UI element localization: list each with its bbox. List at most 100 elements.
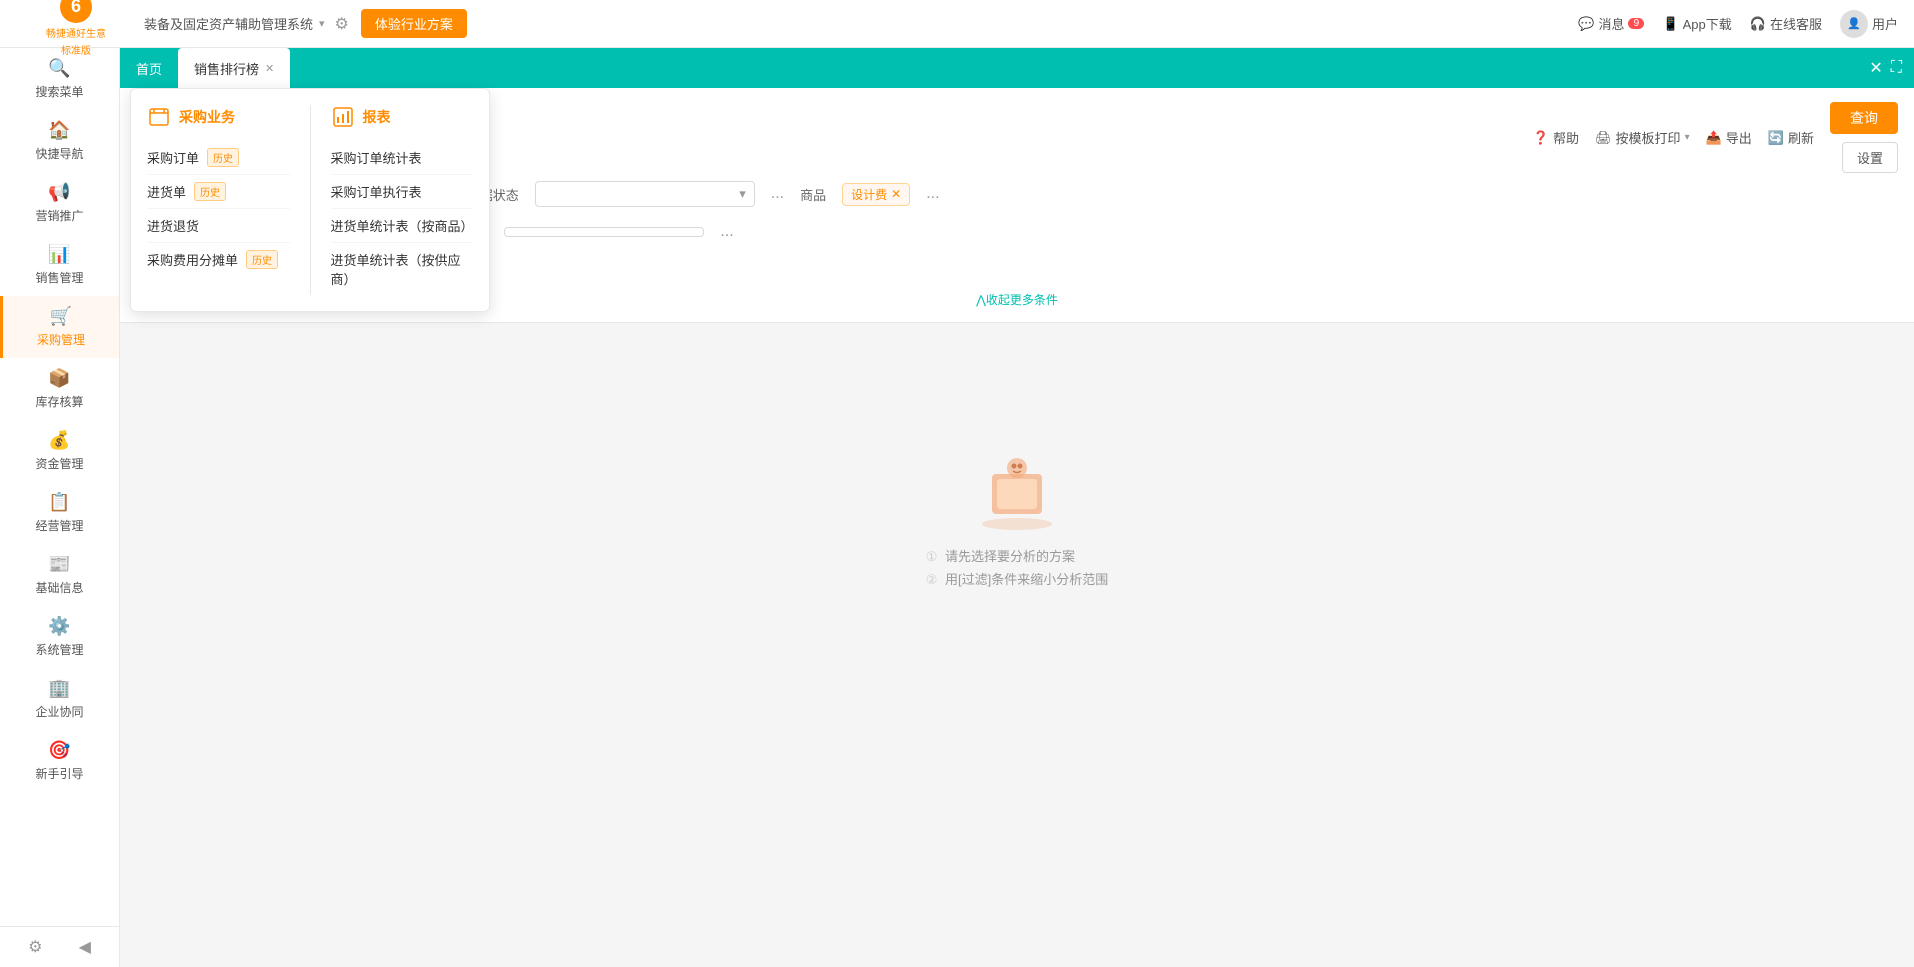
logo-brand: 畅捷通好生意 — [46, 25, 106, 40]
dropdown-item-purchase-expense[interactable]: 采购费用分摊单 历史 — [147, 243, 290, 276]
sidebar-item-basic-info[interactable]: 📰 基础信息 — [0, 544, 119, 606]
sidebar-item-quick-nav[interactable]: 🏠 快捷导航 — [0, 110, 119, 172]
dropdown-item-incoming-return[interactable]: 进货退货 — [147, 209, 290, 243]
export-icon: 📤 — [1706, 130, 1722, 146]
goods-dots[interactable]: ... — [926, 185, 939, 203]
incoming-hist: 历史 — [194, 182, 226, 201]
finance-icon: 💰 — [48, 430, 70, 451]
sidebar-item-search[interactable]: 🔍 搜索菜单 — [0, 48, 119, 110]
voucher-status-arrow: ▾ — [739, 186, 746, 202]
export-btn[interactable]: 📤 导出 — [1706, 128, 1752, 147]
dropdown-col-purchase: 采购业务 采购订单 历史 进货单 历史 进货退货 采购费用分摊单 历史 — [147, 105, 290, 295]
inventory-icon: 📦 — [48, 368, 70, 389]
sidebar-item-finance[interactable]: 💰 资金管理 — [0, 420, 119, 482]
online-service-item[interactable]: 🎧 在线客服 — [1750, 14, 1822, 33]
print-icon: 🖨 — [1595, 130, 1612, 146]
sidebar-label-search: 搜索菜单 — [35, 83, 83, 100]
dropdown-item-purchase-order-exec[interactable]: 采购订单执行表 — [331, 175, 474, 209]
sidebar-label-guide: 新手引导 — [35, 765, 83, 782]
system-title: 装备及固定资产辅助管理系统 — [144, 14, 313, 33]
tab-maximize-icon[interactable]: ⛶ — [1891, 59, 1902, 77]
purchase-order-exec-label: 采购订单执行表 — [331, 182, 422, 201]
tab-sales-rank-label: 销售排行榜 — [194, 59, 259, 78]
dropdown-item-incoming[interactable]: 进货单 历史 — [147, 175, 290, 209]
tab-close-all-icon[interactable]: ✕ — [1869, 58, 1882, 78]
dropdown-col-report-header: 报表 — [331, 105, 474, 129]
empty-hints: ① 请先选择要分析的方案 ② 用[过滤]条件来缩小分析范围 — [926, 546, 1109, 592]
tab-close-icon[interactable]: ✕ — [265, 62, 274, 75]
phone-icon: 📱 — [1662, 16, 1678, 32]
sidebar-label-inventory: 库存核算 — [35, 393, 83, 410]
sidebar-item-system[interactable]: ⚙️ 系统管理 — [0, 606, 119, 668]
empty-state: ① 请先选择要分析的方案 ② 用[过滤]条件来缩小分析范围 — [120, 323, 1914, 723]
refresh-label: 刷新 — [1788, 128, 1814, 147]
guide-icon: 🎯 — [48, 740, 70, 761]
avatar: 👤 — [1840, 10, 1868, 38]
sidebar-item-enterprise[interactable]: 🏢 企业协同 — [0, 668, 119, 730]
purchase-expense-hist: 历史 — [246, 250, 278, 269]
tab-sales-rank[interactable]: 销售排行榜 ✕ — [178, 48, 290, 88]
query-button[interactable]: 查询 — [1830, 102, 1898, 134]
goods-tag-close[interactable]: ✕ — [891, 187, 901, 201]
sidebar-item-sales[interactable]: 📊 销售管理 — [0, 234, 119, 296]
dropdown-menu: 采购业务 采购订单 历史 进货单 历史 进货退货 采购费用分摊单 历史 — [130, 88, 490, 312]
online-service-label: 在线客服 — [1770, 14, 1822, 33]
salesperson-select[interactable] — [504, 227, 704, 237]
dropdown-item-purchase-order-stat[interactable]: 采购订单统计表 — [331, 141, 474, 175]
incoming-return-label: 进货退货 — [147, 216, 199, 235]
salesperson-dots[interactable]: ... — [720, 223, 733, 241]
sidebar-label-sales: 销售管理 — [35, 269, 83, 286]
purchase-order-hist: 历史 — [207, 148, 239, 167]
help-btn[interactable]: ❓ 帮助 — [1533, 128, 1579, 147]
dropdown-col-purchase-header: 采购业务 — [147, 105, 290, 129]
sales-icon: 📊 — [48, 244, 70, 265]
settings-icon[interactable]: ⚙ — [335, 14, 349, 34]
sidebar-item-guide[interactable]: 🎯 新手引导 — [0, 730, 119, 792]
sidebar-item-operation[interactable]: 📋 经营管理 — [0, 482, 119, 544]
industry-btn[interactable]: 体验行业方案 — [361, 9, 467, 38]
refresh-btn[interactable]: 🔄 刷新 — [1768, 128, 1814, 147]
print-dropdown-icon[interactable]: ▾ — [1685, 132, 1690, 143]
sidebar-label-system: 系统管理 — [35, 641, 83, 658]
system-dropdown-arrow[interactable]: ▾ — [319, 17, 325, 30]
empty-hint2: ② 用[过滤]条件来缩小分析范围 — [926, 569, 1109, 588]
purchase-order-stat-label: 采购订单统计表 — [331, 148, 422, 167]
setting-button[interactable]: 设置 — [1842, 142, 1898, 173]
goods-tag-label: 设计费 — [851, 186, 887, 203]
dropdown-item-incoming-stat-goods[interactable]: 进货单统计表（按商品） — [331, 209, 474, 243]
sidebar-item-purchase[interactable]: 🛒 采购管理 — [0, 296, 119, 358]
tab-bar: 首页 销售排行榜 ✕ ✕ ⛶ — [120, 48, 1914, 88]
message-icon: 💬 — [1578, 16, 1594, 32]
sidebar-collapse-icon[interactable]: ◀ — [79, 937, 91, 957]
help-icon: ❓ — [1533, 130, 1549, 146]
sidebar-item-marketing[interactable]: 📢 营销推广 — [0, 172, 119, 234]
sidebar-settings-icon[interactable]: ⚙ — [28, 937, 42, 957]
logo-icon: 6 — [60, 0, 92, 23]
export-label: 导出 — [1726, 128, 1752, 147]
dropdown-item-purchase-order[interactable]: 采购订单 历史 — [147, 141, 290, 175]
print-btn[interactable]: 🖨 按模板打印 ▾ — [1595, 128, 1690, 147]
incoming-stat-goods-label: 进货单统计表（按商品） — [331, 216, 474, 235]
voucher-status-select[interactable]: ▾ — [535, 181, 755, 207]
logo-area: 6 畅捷通好生意 标准版 — [16, 0, 136, 57]
sidebar-label-quick-nav: 快捷导航 — [35, 145, 83, 162]
report-col-icon — [331, 105, 355, 129]
purchase-icon: 🛒 — [50, 306, 72, 327]
operation-icon: 📋 — [48, 492, 70, 513]
user-label: 用户 — [1872, 14, 1898, 33]
app-download-item[interactable]: 📱 App下载 — [1662, 14, 1731, 33]
dropdown-item-incoming-stat-supplier[interactable]: 进货单统计表（按供应商） — [331, 243, 474, 295]
user-item[interactable]: 👤 用户 — [1840, 10, 1898, 38]
sidebar-label-operation: 经营管理 — [35, 517, 83, 534]
search-icon: 🔍 — [48, 58, 70, 79]
incoming-stat-supplier-label: 进货单统计表（按供应商） — [331, 250, 474, 288]
app-download-label: App下载 — [1683, 14, 1732, 33]
purchase-col-icon — [147, 105, 171, 129]
basic-info-icon: 📰 — [48, 554, 70, 575]
message-item[interactable]: 💬 消息 9 — [1578, 14, 1644, 33]
voucher-status-dots[interactable]: ... — [771, 185, 784, 203]
incoming-label: 进货单 — [147, 182, 186, 201]
refresh-icon: 🔄 — [1768, 130, 1784, 146]
sidebar-item-inventory[interactable]: 📦 库存核算 — [0, 358, 119, 420]
goods-tag[interactable]: 设计费 ✕ — [842, 183, 910, 206]
